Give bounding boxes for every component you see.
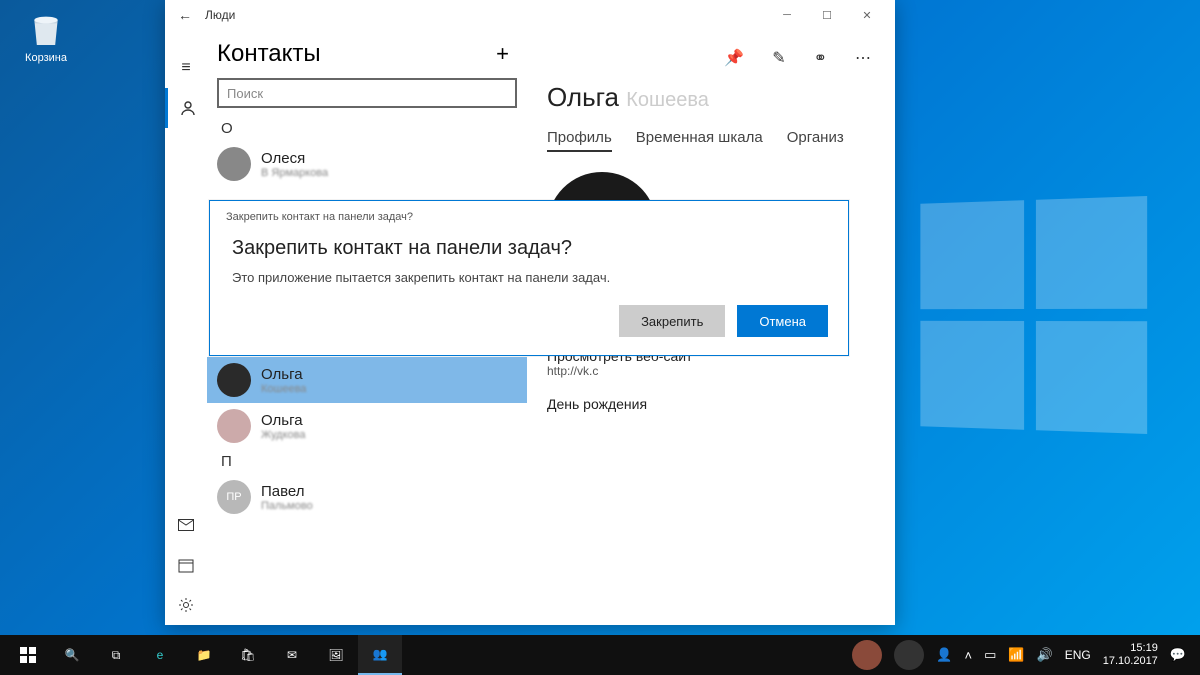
birthday-label: День рождения [547,396,875,412]
avatar [217,409,251,443]
group-header-o[interactable]: О [207,116,527,141]
minimize-button[interactable]: ─ [767,9,807,21]
maximize-button[interactable]: ☐ [807,9,847,22]
battery-icon[interactable]: ▭ [984,647,996,663]
contact-name: Ольга Кошеева [547,82,875,113]
mail-icon[interactable] [165,505,207,545]
titlebar: ← Люди ─ ☐ ✕ [165,0,895,30]
explorer-icon[interactable]: 📁 [182,635,226,675]
people-taskbar-icon[interactable]: 👥 [358,635,402,675]
tab-timeline[interactable]: Временная шкала [636,129,763,152]
avatar: ПР [217,480,251,514]
search-placeholder: Поиск [227,86,263,101]
cancel-button[interactable]: Отмена [737,305,828,337]
dialog-caption: Закрепить контакт на панели задач? [210,201,848,227]
contact-row[interactable]: ОльгаЖудкова [207,403,527,449]
pin-confirm-dialog: Закрепить контакт на панели задач? Закре… [209,200,849,356]
network-icon[interactable]: 📶 [1008,647,1024,663]
close-button[interactable]: ✕ [847,9,887,22]
back-button[interactable]: ← [173,7,197,23]
task-view-icon[interactable]: ⧉ [94,635,138,675]
calendar-icon[interactable] [165,545,207,585]
mail-icon[interactable]: ✉ [270,635,314,675]
avatar [217,363,251,397]
add-contact-button[interactable]: + [488,41,517,67]
search-input[interactable]: Поиск [217,78,517,108]
store-icon[interactable]: 🛍 [226,635,270,675]
chevron-up-icon[interactable]: ˄ [964,648,972,663]
volume-icon[interactable]: 🔊 [1037,647,1053,663]
recycle-bin-label: Корзина [25,52,67,64]
tab-profile[interactable]: Профиль [547,129,612,152]
hamburger-button[interactable]: ≡ [165,48,207,88]
contact-row-selected[interactable]: ОльгаКошеева [207,357,527,403]
settings-icon[interactable] [165,585,207,625]
photos-icon[interactable]: 🖼 [314,635,358,675]
tab-organization[interactable]: Организ [787,129,844,152]
pinned-contact-2[interactable] [894,640,924,670]
website-value[interactable]: http://vk.c [547,364,875,378]
pin-button[interactable]: Закрепить [619,305,725,337]
action-center-icon[interactable]: 💬 [1170,647,1186,663]
nav-rail: ≡ [165,30,207,625]
pinned-contact-1[interactable] [852,640,882,670]
avatar [217,147,251,181]
windows-logo-wallpaper [920,196,1147,434]
contact-row[interactable]: ПР ПавелПальмово [207,474,527,520]
recycle-bin[interactable]: Корзина [18,10,74,64]
people-tray-icon[interactable]: 👤 [936,647,952,663]
search-icon[interactable]: 🔍 [50,635,94,675]
people-icon[interactable] [165,88,207,128]
start-button[interactable] [6,635,50,675]
window-title: Люди [197,8,767,22]
taskbar: 🔍 ⧉ e 📁 🛍 ✉ 🖼 👥 👤 ˄ ▭ 📶 🔊 ENG 15:19 17.1… [0,635,1200,675]
link-icon[interactable]: ⚭ [814,48,827,68]
edge-icon[interactable]: e [138,635,182,675]
dialog-body-text: Это приложение пытается закрепить контак… [232,270,826,285]
contacts-heading: Контакты [217,40,488,68]
dialog-title: Закрепить контакт на панели задач? [232,237,826,260]
clock[interactable]: 15:19 17.10.2017 [1103,642,1158,668]
detail-tabs: Профиль Временная шкала Организ [547,129,875,152]
pin-icon[interactable]: 📌 [724,48,744,68]
language-indicator[interactable]: ENG [1065,648,1091,662]
edit-icon[interactable]: ✎ [772,48,785,68]
system-tray: 👤 ˄ ▭ 📶 🔊 ENG 15:19 17.10.2017 💬 [852,640,1194,670]
group-header-p[interactable]: П [207,449,527,474]
more-icon[interactable]: ⋯ [855,48,871,68]
contact-row[interactable]: ОлесяВ Ярмаркова [207,141,527,187]
